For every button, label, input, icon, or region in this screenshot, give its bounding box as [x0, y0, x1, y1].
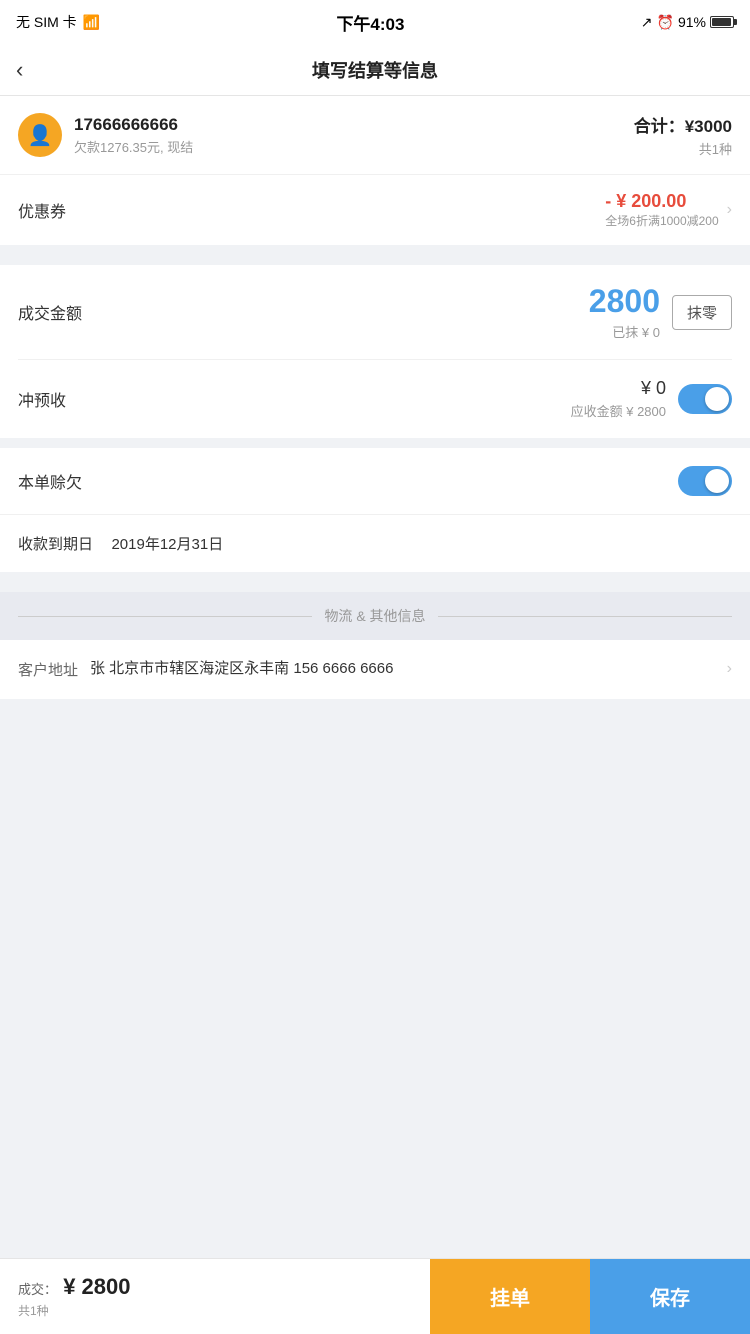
avatar: 👤	[18, 113, 62, 157]
coupon-description: 全场6折满1000减200	[605, 212, 718, 229]
avatar-icon: 👤	[28, 123, 53, 148]
battery-percent: 91%	[678, 14, 706, 30]
gray-bg	[0, 699, 750, 779]
customer-debt: 欠款1276.35元, 现结	[74, 137, 193, 156]
battery-icon	[710, 16, 734, 28]
bendan-row: 本单赊欠	[0, 448, 750, 514]
bottom-bar: 成交： ¥ 2800 共1种 挂单 保存	[0, 1258, 750, 1334]
section-divider-2	[0, 438, 750, 448]
nav-bar: ‹ 填写结算等信息	[0, 44, 750, 96]
logistics-line-right	[438, 616, 732, 617]
chong-right: ¥ 0 应收金额 ¥ 2800	[571, 378, 666, 420]
address-label: 客户地址	[18, 659, 78, 680]
logistics-divider: 物流 & 其他信息	[0, 592, 750, 640]
section-divider-1	[0, 255, 750, 265]
deal-amount-right: 2800 已抹 ¥ 0 抹零	[589, 283, 732, 341]
sim-label: 无 SIM 卡	[16, 12, 77, 32]
coupon-row[interactable]: 优惠券 - ¥ 200.00 全场6折满1000减200 ›	[0, 174, 750, 245]
deal-amount-value-wrap: 2800 已抹 ¥ 0	[589, 283, 660, 341]
bendan-toggle-knob	[705, 469, 729, 493]
save-button[interactable]: 保存	[590, 1259, 750, 1334]
page-title: 填写结算等信息	[312, 57, 438, 83]
bendan-toggle[interactable]	[678, 466, 732, 496]
customer-row: 👤 17666666666 欠款1276.35元, 现结 合计：¥3000 共1…	[0, 96, 750, 174]
chong-right-wrap: ¥ 0 应收金额 ¥ 2800	[571, 378, 732, 420]
logistics-line-left	[18, 616, 312, 617]
duedate-row: 收款到期日 2019年12月31日	[0, 514, 750, 572]
address-row[interactable]: 客户地址 张 北京市市辖区海淀区永丰南 156 6666 6666 ›	[0, 640, 750, 699]
total-count: 共1种	[634, 139, 732, 158]
duedate-value: 2019年12月31日	[111, 536, 223, 553]
back-button[interactable]: ‹	[16, 57, 23, 83]
bottom-summary-top: 成交： ¥ 2800	[18, 1274, 412, 1300]
alarm-icon: ⏰	[657, 14, 674, 31]
summary-amount: ¥ 2800	[63, 1274, 130, 1299]
deal-amount-value: 2800	[589, 283, 660, 320]
content: 👤 17666666666 欠款1276.35元, 现结 合计：¥3000 共1…	[0, 96, 750, 859]
deal-amount-sub: 已抹 ¥ 0	[589, 322, 660, 341]
bendan-label: 本单赊欠	[18, 469, 82, 493]
summary-label: 成交：	[18, 1282, 57, 1297]
bendan-card: 本单赊欠 收款到期日 2019年12月31日	[0, 448, 750, 572]
chong-amount: ¥ 0	[571, 378, 666, 399]
chong-yushou-row: 冲预收 ¥ 0 应收金额 ¥ 2800	[18, 359, 732, 438]
status-right: ↗ ⏰ 91%	[641, 14, 734, 31]
chong-toggle-knob	[705, 387, 729, 411]
round-button[interactable]: 抹零	[672, 295, 732, 330]
coupon-right: - ¥ 200.00 全场6折满1000减200 ›	[605, 191, 732, 229]
deal-amount-row: 成交金额 2800 已抹 ¥ 0 抹零	[18, 265, 732, 359]
total-amount: 合计：¥3000	[634, 112, 732, 137]
chong-sub: 应收金额 ¥ 2800	[571, 401, 666, 420]
wifi-icon: 📶	[83, 14, 100, 31]
address-content: 张 北京市市辖区海淀区永丰南 156 6666 6666	[90, 658, 715, 681]
hang-button[interactable]: 挂单	[430, 1259, 590, 1334]
customer-info: 17666666666 欠款1276.35元, 现结	[74, 115, 193, 156]
customer-right: 合计：¥3000 共1种	[634, 112, 732, 158]
address-chevron-icon: ›	[727, 660, 732, 678]
customer-left: 👤 17666666666 欠款1276.35元, 现结	[18, 113, 193, 157]
status-bar: 无 SIM 卡 📶 下午4:03 ↗ ⏰ 91%	[0, 0, 750, 44]
logistics-label: 物流 & 其他信息	[324, 606, 425, 626]
deal-amount-label: 成交金额	[18, 300, 82, 324]
chong-toggle[interactable]	[678, 384, 732, 414]
coupon-chevron-icon: ›	[727, 201, 732, 219]
section-divider-3	[0, 582, 750, 592]
chong-label: 冲预收	[18, 387, 66, 411]
bottom-summary: 成交： ¥ 2800 共1种	[0, 1259, 430, 1334]
status-left: 无 SIM 卡 📶	[16, 12, 100, 32]
coupon-discount: - ¥ 200.00	[605, 191, 718, 212]
duedate-label: 收款到期日	[18, 536, 93, 553]
coupon-label: 优惠券	[18, 198, 66, 222]
amount-section: 成交金额 2800 已抹 ¥ 0 抹零 冲预收 ¥ 0 应收金额 ¥ 2800	[0, 265, 750, 438]
status-time: 下午4:03	[336, 10, 404, 35]
location-icon: ↗	[641, 14, 653, 31]
customer-card: 👤 17666666666 欠款1276.35元, 现结 合计：¥3000 共1…	[0, 96, 750, 245]
summary-count: 共1种	[18, 1302, 412, 1319]
customer-phone: 17666666666	[74, 115, 193, 135]
